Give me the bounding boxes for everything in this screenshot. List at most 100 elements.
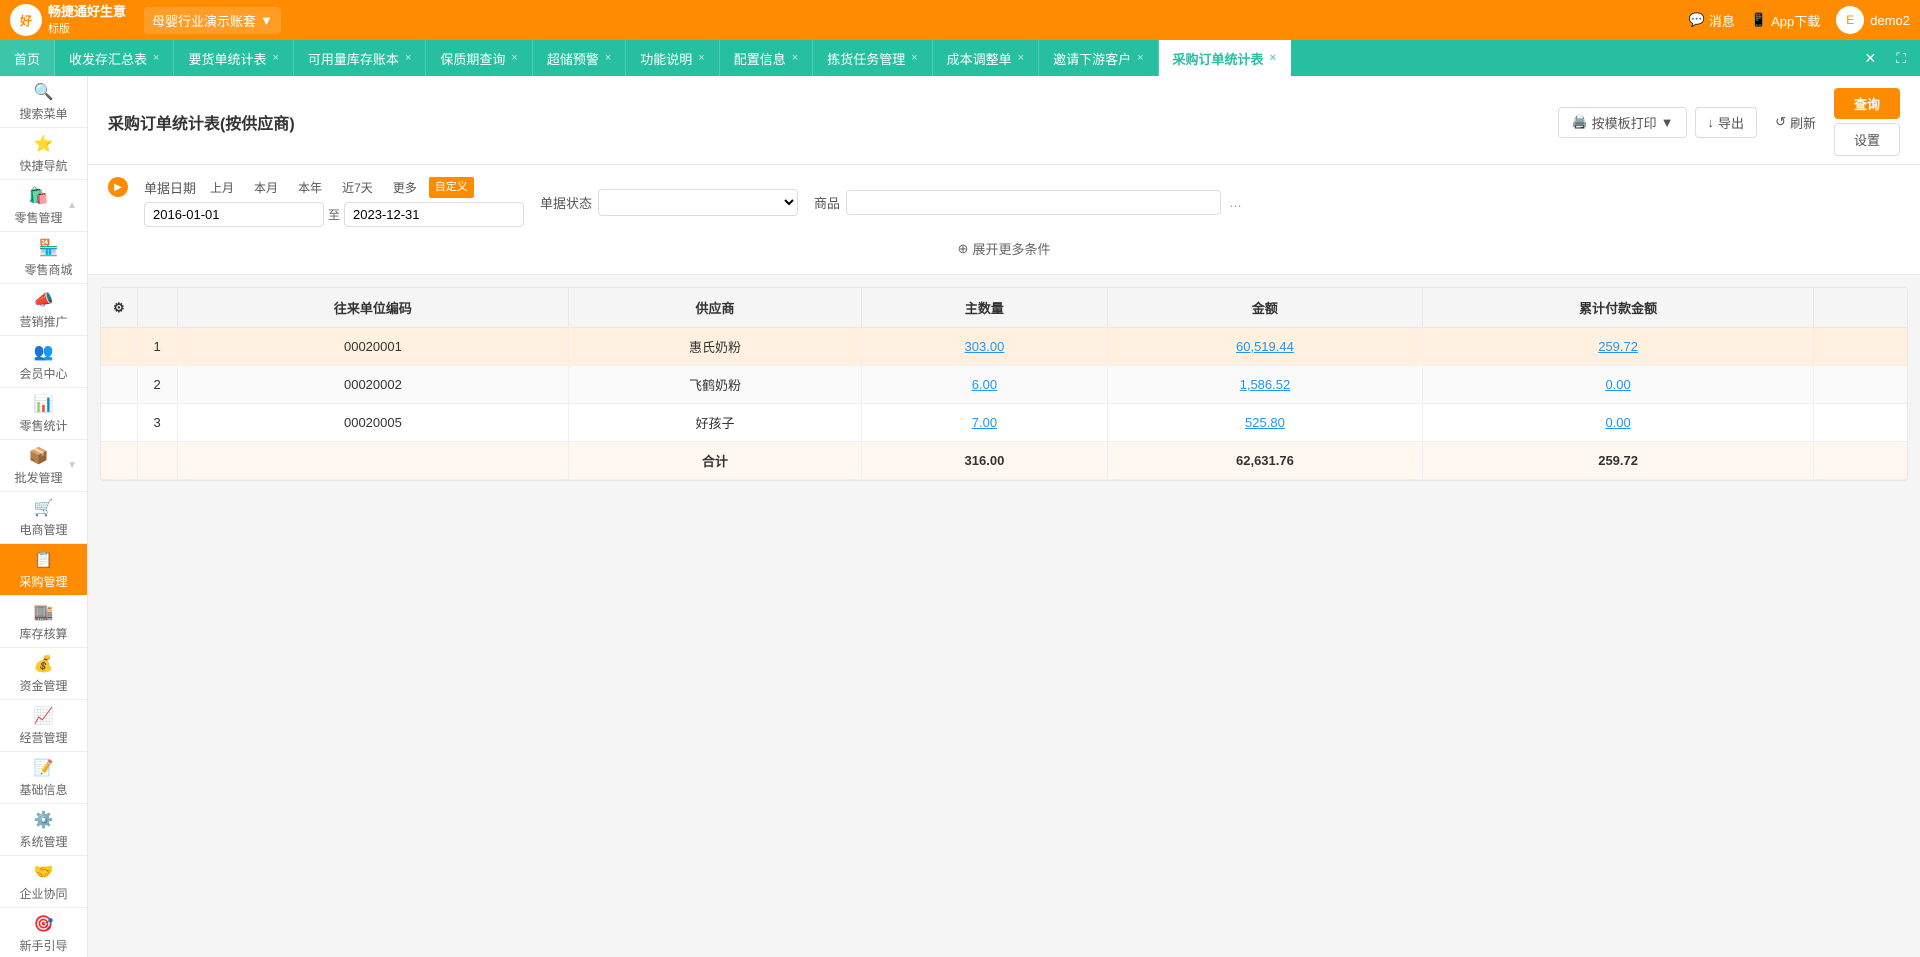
close-icon[interactable]: × (1137, 52, 1143, 64)
shortcut-this-year[interactable]: 本年 (290, 177, 330, 198)
col-amount: 金额 (1108, 288, 1423, 328)
close-icon[interactable]: × (1270, 52, 1276, 64)
expand-more-button[interactable]: ⊕ 展开更多条件 (958, 233, 1051, 262)
workspace-selector[interactable]: 母婴行业演示账套 ▼ (144, 7, 281, 34)
close-icon[interactable]: × (511, 52, 517, 64)
close-icon[interactable]: × (605, 52, 611, 64)
goods-more-button[interactable]: … (1225, 195, 1246, 210)
qty-link[interactable]: 7.00 (972, 415, 997, 430)
query-button[interactable]: 查询 (1834, 88, 1900, 119)
tab-label: 成本调整单 (947, 49, 1012, 68)
shopping-bag-icon: 🛍️ (29, 186, 49, 206)
amount-link[interactable]: 60,519.44 (1236, 339, 1294, 354)
paid-link[interactable]: 0.00 (1605, 415, 1630, 430)
sidebar-item-label: 零售商城 (24, 261, 72, 278)
tab-caigou[interactable]: 采购订单统计表 × (1159, 40, 1291, 76)
export-button[interactable]: ↓ 导出 (1695, 107, 1758, 138)
col-qty: 主数量 (861, 288, 1107, 328)
amount-link[interactable]: 1,586.52 (1240, 377, 1291, 392)
print-button[interactable]: 🖨️ 按模板打印 ▼ (1558, 107, 1686, 138)
people-icon: 👥 (34, 342, 54, 362)
sidebar-item-label: 企业协同 (19, 885, 67, 902)
table-row[interactable]: 1 00020001 惠氏奶粉 303.00 60,519.44 259.72 (101, 328, 1907, 366)
filter-date-range: 至 (144, 202, 524, 227)
chevron-down-icon: ▼ (67, 460, 77, 471)
sidebar-item-newguide[interactable]: 🎯 新手引导 (0, 908, 87, 957)
col-index (137, 288, 177, 328)
qty-link[interactable]: 303.00 (965, 339, 1005, 354)
sidebar-item-operation[interactable]: 📈 经营管理 (0, 700, 87, 752)
workspace-dropdown-icon: ▼ (260, 13, 273, 28)
close-all-tabs-button[interactable]: ✕ (1858, 48, 1882, 69)
table-row[interactable]: 2 00020002 飞鹤奶粉 6.00 1,586.52 0.00 (101, 366, 1907, 404)
close-icon[interactable]: × (272, 52, 278, 64)
sidebar-item-purchase[interactable]: 📋 采购管理 (0, 544, 87, 596)
goods-input[interactable] (846, 190, 1221, 215)
sidebar-item-wholesale[interactable]: 📦 批发管理 ▼ (0, 440, 87, 492)
user-info[interactable]: E demo2 (1836, 6, 1910, 34)
table-row[interactable]: 3 00020005 好孩子 7.00 525.80 0.00 (101, 404, 1907, 442)
sidebar-item-retail-stats[interactable]: 📊 零售统计 (0, 388, 87, 440)
message-button[interactable]: 💬 消息 (1689, 11, 1735, 30)
nav-tabs: 首页 收发存汇总表 × 要货单统计表 × 可用量库存账本 × 保质期查询 × 超… (0, 40, 1920, 76)
sidebar-item-ecommerce[interactable]: 🛒 电商管理 (0, 492, 87, 544)
tab-keyongliang[interactable]: 可用量库存账本 × (294, 40, 426, 76)
date-to-input[interactable] (344, 202, 524, 227)
shortcut-more[interactable]: 更多 (385, 177, 425, 198)
status-select[interactable] (598, 189, 798, 216)
filter-toggle-arrow[interactable]: ▶ (108, 177, 128, 197)
refresh-button[interactable]: ↺ 刷新 (1765, 108, 1826, 137)
sidebar-item-shortcut[interactable]: ⭐ 快捷导航 (0, 128, 87, 180)
sidebar-item-system[interactable]: ⚙️ 系统管理 (0, 804, 87, 856)
sidebar-item-basic[interactable]: 📝 基础信息 (0, 752, 87, 804)
sidebar-item-retail[interactable]: 🛍️ 零售管理 ▲ (0, 180, 87, 232)
col-settings[interactable]: ⚙ (101, 288, 137, 328)
sidebar-item-label: 营销推广 (19, 313, 67, 330)
sidebar-item-finance[interactable]: 💰 资金管理 (0, 648, 87, 700)
sidebar-item-retail-shop[interactable]: 🏪 零售商城 (0, 232, 87, 284)
shortcut-7days[interactable]: 近7天 (334, 177, 381, 198)
tab-chaochuyu[interactable]: 超储预警 × (533, 40, 626, 76)
sidebar-item-marketing[interactable]: 📣 营销推广 (0, 284, 87, 336)
tab-yaoqingxiayou[interactable]: 邀请下游客户 × (1039, 40, 1158, 76)
tab-home[interactable]: 首页 (0, 40, 55, 76)
tab-chengbentiaoz[interactable]: 成本调整单 × (933, 40, 1039, 76)
cell-supplier: 飞鹤奶粉 (569, 366, 862, 404)
date-from-input[interactable] (144, 202, 324, 227)
sidebar-item-enterprise[interactable]: 🤝 企业协同 (0, 856, 87, 908)
tab-peizhi[interactable]: 配置信息 × (720, 40, 813, 76)
workspace-label: 母婴行业演示账套 (152, 11, 256, 30)
maximize-button[interactable]: ⛶ (1890, 48, 1912, 69)
footer-label-cell (177, 442, 569, 480)
tab-shoufahuizhong[interactable]: 收发存汇总表 × (55, 40, 174, 76)
amount-link[interactable]: 525.80 (1245, 415, 1285, 430)
close-icon[interactable]: × (153, 52, 159, 64)
close-icon[interactable]: × (792, 52, 798, 64)
tab-gongnengshuo[interactable]: 功能说明 × (626, 40, 719, 76)
refresh-label: 刷新 (1790, 113, 1816, 132)
sidebar-item-inventory[interactable]: 🏬 库存核算 (0, 596, 87, 648)
sidebar-item-search[interactable]: 🔍 搜索菜单 (0, 76, 87, 128)
tab-baozhouqi[interactable]: 保质期查询 × (426, 40, 532, 76)
money-icon: 💰 (34, 654, 54, 674)
tab-yaohuo[interactable]: 要货单统计表 × (174, 40, 293, 76)
main-content: 采购订单统计表(按供应商) 🖨️ 按模板打印 ▼ ↓ 导出 ↺ 刷新 查询 设 (88, 76, 1920, 957)
shop-icon: 🏪 (39, 238, 59, 258)
close-icon[interactable]: × (405, 52, 411, 64)
close-icon[interactable]: × (1018, 52, 1024, 64)
paid-link[interactable]: 259.72 (1598, 339, 1638, 354)
qty-link[interactable]: 6.00 (972, 377, 997, 392)
shortcut-this-month[interactable]: 本月 (246, 177, 286, 198)
footer-settings-cell (101, 442, 137, 480)
app-download-button[interactable]: 📱 App下载 (1751, 11, 1820, 30)
footer-index-cell (137, 442, 177, 480)
tab-zhihuorenwu[interactable]: 拣货任务管理 × (813, 40, 932, 76)
table-header: ⚙ 往来单位编码 供应商 主数量 金额 累计付款金额 (101, 288, 1907, 328)
settings-button[interactable]: 设置 (1834, 123, 1900, 156)
sidebar-item-label: 新手引导 (19, 937, 67, 954)
shortcut-last-month[interactable]: 上月 (202, 177, 242, 198)
paid-link[interactable]: 0.00 (1605, 377, 1630, 392)
sidebar-item-member[interactable]: 👥 会员中心 (0, 336, 87, 388)
close-icon[interactable]: × (911, 52, 917, 64)
close-icon[interactable]: × (698, 52, 704, 64)
